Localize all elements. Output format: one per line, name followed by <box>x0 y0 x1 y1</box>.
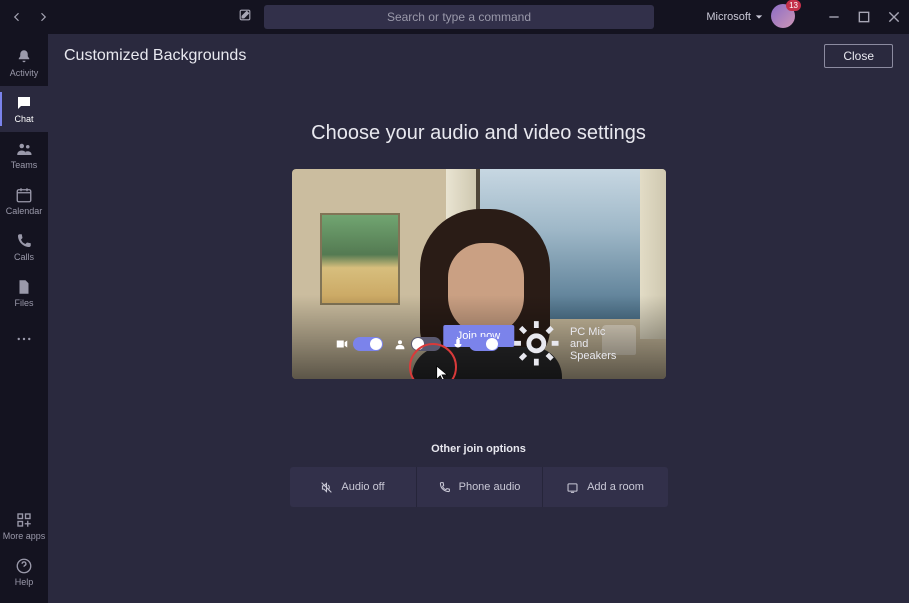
panel-title: Customized Backgrounds <box>64 47 246 65</box>
gear-icon <box>509 316 564 371</box>
background-toggle-group <box>393 337 441 351</box>
notification-badge: 13 <box>786 0 801 11</box>
files-icon <box>15 278 33 296</box>
rail-more-apps[interactable]: More apps <box>0 503 48 549</box>
rail-label: Teams <box>11 160 38 170</box>
rail-chat[interactable]: Chat <box>0 86 48 132</box>
rail-files[interactable]: Files <box>0 270 48 316</box>
option-phone-audio[interactable]: Phone audio <box>416 467 542 507</box>
main-panel: Customized Backgrounds Close Choose your… <box>48 34 909 603</box>
mic-toggle[interactable] <box>469 337 499 351</box>
rail-help[interactable]: Help <box>0 549 48 595</box>
rail-label: Files <box>14 298 33 308</box>
maximize-button[interactable] <box>857 10 871 24</box>
option-label: Audio off <box>341 481 384 493</box>
prejoin-content: Choose your audio and video settings <box>48 78 909 603</box>
back-button[interactable] <box>8 8 26 26</box>
rail-label: Chat <box>14 114 33 124</box>
chat-icon <box>15 94 33 112</box>
more-icon <box>15 330 33 348</box>
rail-calls[interactable]: Calls <box>0 224 48 270</box>
option-audio-off[interactable]: Audio off <box>290 467 416 507</box>
panel-header: Customized Backgrounds Close <box>48 34 909 78</box>
rail-label: Help <box>15 577 34 587</box>
other-options-label: Other join options <box>431 443 526 455</box>
video-icon <box>335 337 349 351</box>
org-switcher[interactable]: Microsoft <box>706 11 763 23</box>
video-preview: Join now <box>292 169 666 379</box>
rail-label: Activity <box>10 68 39 78</box>
minimize-button[interactable] <box>827 10 841 24</box>
prejoin-heading: Choose your audio and video settings <box>311 122 646 145</box>
media-controls: PC Mic and Speakers <box>292 316 666 371</box>
video-toggle[interactable] <box>353 337 383 351</box>
search-input[interactable]: Search or type a command <box>264 5 654 29</box>
rail-teams[interactable]: Teams <box>0 132 48 178</box>
phone-icon <box>15 232 33 250</box>
option-label: Phone audio <box>459 481 521 493</box>
store-icon <box>15 511 33 529</box>
other-join-options: Audio off Phone audio Add a room <box>290 467 668 507</box>
compose-icon[interactable] <box>238 8 252 27</box>
room-icon <box>566 481 579 494</box>
microphone-icon <box>451 337 465 351</box>
close-button[interactable]: Close <box>824 44 893 68</box>
rail-label: Calendar <box>6 206 43 216</box>
speaker-off-icon <box>320 481 333 494</box>
bell-icon <box>15 48 33 66</box>
search-placeholder: Search or type a command <box>387 10 531 24</box>
profile-avatar[interactable]: 13 <box>771 4 797 30</box>
device-settings[interactable]: PC Mic and Speakers <box>509 316 621 371</box>
device-label: PC Mic and Speakers <box>570 326 622 362</box>
phone-icon <box>438 481 451 494</box>
mic-toggle-group <box>451 337 499 351</box>
rail-label: Calls <box>14 252 34 262</box>
background-toggle[interactable] <box>411 337 441 351</box>
background-blur-icon <box>393 337 407 351</box>
rail-label: More apps <box>3 531 46 541</box>
help-icon <box>15 557 33 575</box>
calendar-icon <box>15 186 33 204</box>
option-add-room[interactable]: Add a room <box>542 467 668 507</box>
title-bar: Search or type a command Microsoft 13 <box>0 0 909 34</box>
app-rail: Activity Chat Teams Calendar Calls Files <box>0 34 48 603</box>
option-label: Add a room <box>587 481 644 493</box>
rail-more[interactable] <box>0 316 48 362</box>
rail-activity[interactable]: Activity <box>0 40 48 86</box>
close-window-button[interactable] <box>887 10 901 24</box>
rail-calendar[interactable]: Calendar <box>0 178 48 224</box>
forward-button[interactable] <box>34 8 52 26</box>
teams-icon <box>15 140 33 158</box>
video-toggle-group <box>335 337 383 351</box>
org-label: Microsoft <box>706 11 751 23</box>
